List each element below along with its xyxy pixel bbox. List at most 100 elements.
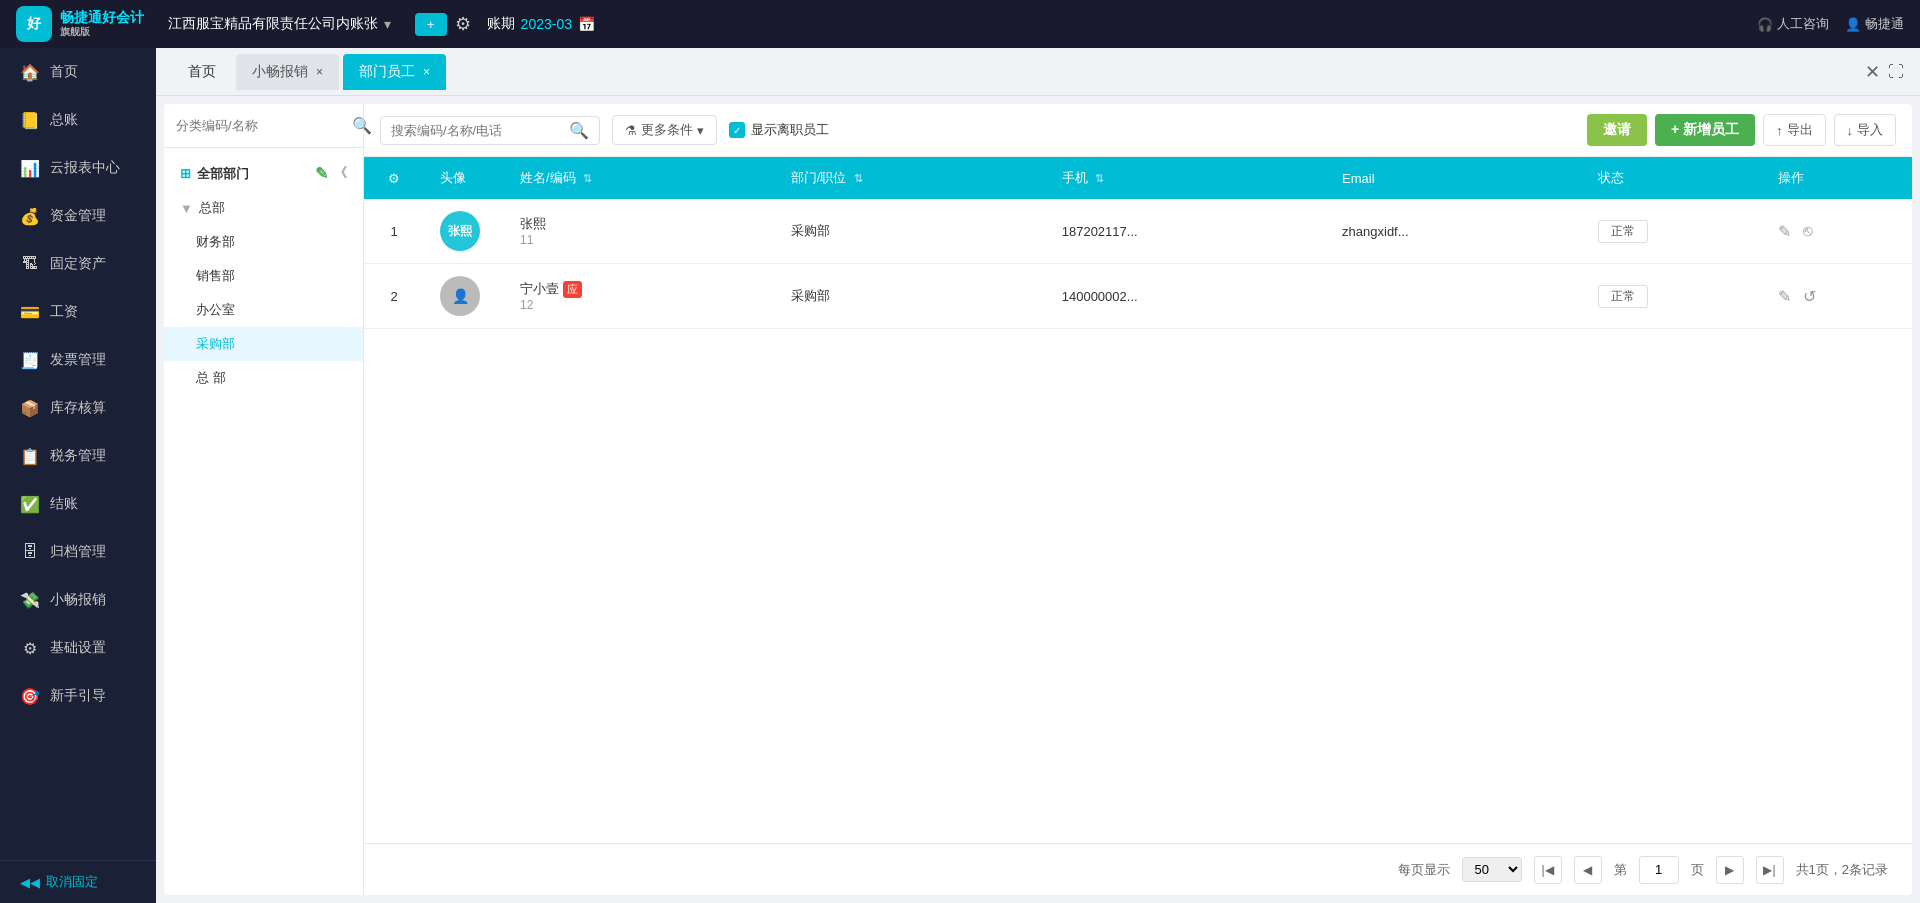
sidebar-item-settle[interactable]: ✅ 结账 <box>0 480 156 528</box>
search-input[interactable] <box>391 123 563 138</box>
add-employee-button[interactable]: + 新增员工 <box>1655 114 1755 146</box>
row-email: zhangxidf... <box>1326 199 1582 264</box>
page-number-input[interactable] <box>1639 856 1679 884</box>
dept-item-caigou[interactable]: 采购部 <box>164 327 363 361</box>
all-dept-item[interactable]: ⊞ 全部部门 ✎ 《 <box>164 156 363 191</box>
fund-icon: 💰 <box>20 206 40 226</box>
assets-icon: 🏗 <box>20 254 40 274</box>
tab-bar-right: ✕ ⛶ <box>1865 61 1904 83</box>
sidebar-item-reports[interactable]: 📊 云报表中心 <box>0 144 156 192</box>
add-company-button[interactable]: + <box>415 13 447 36</box>
employee-name: 宁小壹应 <box>520 280 759 298</box>
tab-close-icon[interactable]: ✕ <box>1865 61 1880 83</box>
sort-phone-icon: ⇅ <box>1095 172 1104 184</box>
edit-dept-icon[interactable]: ✎ <box>315 164 328 183</box>
sidebar-item-fund[interactable]: 💰 资金管理 <box>0 192 156 240</box>
search-icon[interactable]: 🔍 <box>569 121 589 140</box>
settle-icon: ✅ <box>20 494 40 514</box>
filter-button[interactable]: ⚗ 更多条件 ▾ <box>612 115 717 145</box>
col-dept[interactable]: 部门/职位 ⇅ <box>775 157 1046 199</box>
sidebar-item-tax[interactable]: 📋 税务管理 <box>0 432 156 480</box>
show-resigned-toggle[interactable]: ✓ 显示离职员工 <box>729 121 829 139</box>
headset-icon: 🎧 <box>1757 17 1773 32</box>
sidebar-item-assets[interactable]: 🏗 固定资产 <box>0 240 156 288</box>
dept-item-caiwu[interactable]: 财务部 <box>164 225 363 259</box>
sidebar-item-archive[interactable]: 🗄 归档管理 <box>0 528 156 576</box>
tab-expense[interactable]: 小畅报销 × <box>236 54 339 90</box>
row-name: 宁小壹应12 <box>504 264 775 329</box>
col-phone[interactable]: 手机 ⇅ <box>1046 157 1326 199</box>
import-icon: ↓ <box>1847 123 1854 138</box>
edit-icon[interactable]: ✎ <box>1778 222 1791 241</box>
last-page-button[interactable]: ▶| <box>1756 856 1784 884</box>
status-badge: 正常 <box>1598 220 1648 243</box>
sidebar-item-expense[interactable]: 💸 小畅报销 <box>0 576 156 624</box>
name-code-group: 宁小壹应12 <box>520 280 759 312</box>
company-name[interactable]: 江西服宝精品有限责任公司内账张 ▾ <box>168 15 391 33</box>
tab-expand-icon[interactable]: ⛶ <box>1888 63 1904 81</box>
sidebar-item-guide[interactable]: 🎯 新手引导 <box>0 672 156 720</box>
sidebar-item-label: 工资 <box>50 303 78 321</box>
row-name: 张熙11 <box>504 199 775 264</box>
row-dept: 采购部 <box>775 199 1046 264</box>
sidebar-item-label: 税务管理 <box>50 447 106 465</box>
toolbar: 🔍 ⚗ 更多条件 ▾ ✓ 显示离职员工 邀请 + 新增员工 <box>364 104 1912 157</box>
top-bar-actions: + ⚙ <box>415 13 471 36</box>
left-panel: 🔍 ⊞ 全部部门 ✎ 《 ▼ 总 <box>164 104 364 895</box>
support-button[interactable]: 🎧 人工咨询 <box>1757 15 1829 33</box>
per-page-label: 每页显示 <box>1398 861 1450 879</box>
sidebar-item-home[interactable]: 🏠 首页 <box>0 48 156 96</box>
next-page-button[interactable]: ▶ <box>1716 856 1744 884</box>
sidebar-item-invoice[interactable]: 🧾 发票管理 <box>0 336 156 384</box>
action-icons: ✎ ⎋ <box>1778 222 1896 241</box>
prev-page-button[interactable]: ◀ <box>1574 856 1602 884</box>
sidebar-item-ledger[interactable]: 📒 总账 <box>0 96 156 144</box>
sidebar-item-settings[interactable]: ⚙ 基础设置 <box>0 624 156 672</box>
tab-close-department[interactable]: × <box>423 65 430 79</box>
per-page-select[interactable]: 50 100 200 <box>1462 857 1522 882</box>
dept-item-xiaoshou[interactable]: 销售部 <box>164 259 363 293</box>
sidebar-item-label: 云报表中心 <box>50 159 120 177</box>
salary-icon: 💳 <box>20 302 40 322</box>
tab-department[interactable]: 部门员工 × <box>343 54 446 90</box>
dept-item-zongbu[interactable]: ▼ 总部 <box>164 191 363 225</box>
col-settings[interactable]: ⚙ <box>364 157 424 199</box>
user-avatar[interactable]: 👤 畅捷通 <box>1845 15 1904 33</box>
invite-button[interactable]: 邀请 <box>1587 114 1647 146</box>
archive-icon: 🗄 <box>20 542 40 562</box>
col-name[interactable]: 姓名/编码 ⇅ <box>504 157 775 199</box>
delete-icon[interactable]: ⎋ <box>1803 222 1813 240</box>
dept-grid-icon: ⊞ <box>180 166 191 181</box>
import-button[interactable]: ↓ 导入 <box>1834 114 1897 146</box>
col-actions: 操作 <box>1762 157 1912 199</box>
settings-icon: ⚙ <box>388 171 400 186</box>
export-icon: ↑ <box>1776 123 1783 138</box>
unpin-button[interactable]: ◀◀ 取消固定 <box>0 860 156 903</box>
gear-icon[interactable]: ⚙ <box>455 13 471 35</box>
delete-icon[interactable]: ↺ <box>1803 287 1816 306</box>
sort-name-icon: ⇅ <box>583 172 592 184</box>
edit-icon[interactable]: ✎ <box>1778 287 1791 306</box>
sidebar-item-salary[interactable]: 💳 工资 <box>0 288 156 336</box>
sidebar-item-inventory[interactable]: 📦 库存核算 <box>0 384 156 432</box>
export-button[interactable]: ↑ 导出 <box>1763 114 1826 146</box>
dept-item-bangongshi[interactable]: 办公室 <box>164 293 363 327</box>
row-avatar: 张熙 <box>424 199 504 264</box>
employee-table: ⚙ 头像 姓名/编码 ⇅ 部门/职位 <box>364 157 1912 843</box>
tab-close-expense[interactable]: × <box>316 65 323 79</box>
top-bar-right: 🎧 人工咨询 👤 畅捷通 <box>1757 15 1904 33</box>
settings-icon: ⚙ <box>20 638 40 658</box>
inventory-icon: 📦 <box>20 398 40 418</box>
dept-search-input[interactable] <box>176 118 344 133</box>
collapse-icon[interactable]: 《 <box>334 164 347 183</box>
status-badge: 正常 <box>1598 285 1648 308</box>
calendar-icon[interactable]: 📅 <box>578 16 595 32</box>
main-layout: 🏠 首页 📒 总账 📊 云报表中心 💰 资金管理 🏗 固定资产 💳 工资 🧾 发… <box>0 48 1920 903</box>
dept-item-zongbu2[interactable]: 总 部 <box>164 361 363 395</box>
row-index: 1 <box>364 199 424 264</box>
tab-home[interactable]: 首页 <box>172 54 232 90</box>
checkbox-icon: ✓ <box>729 122 745 138</box>
employee-code: 12 <box>520 298 759 312</box>
row-dept: 采购部 <box>775 264 1046 329</box>
first-page-button[interactable]: |◀ <box>1534 856 1562 884</box>
